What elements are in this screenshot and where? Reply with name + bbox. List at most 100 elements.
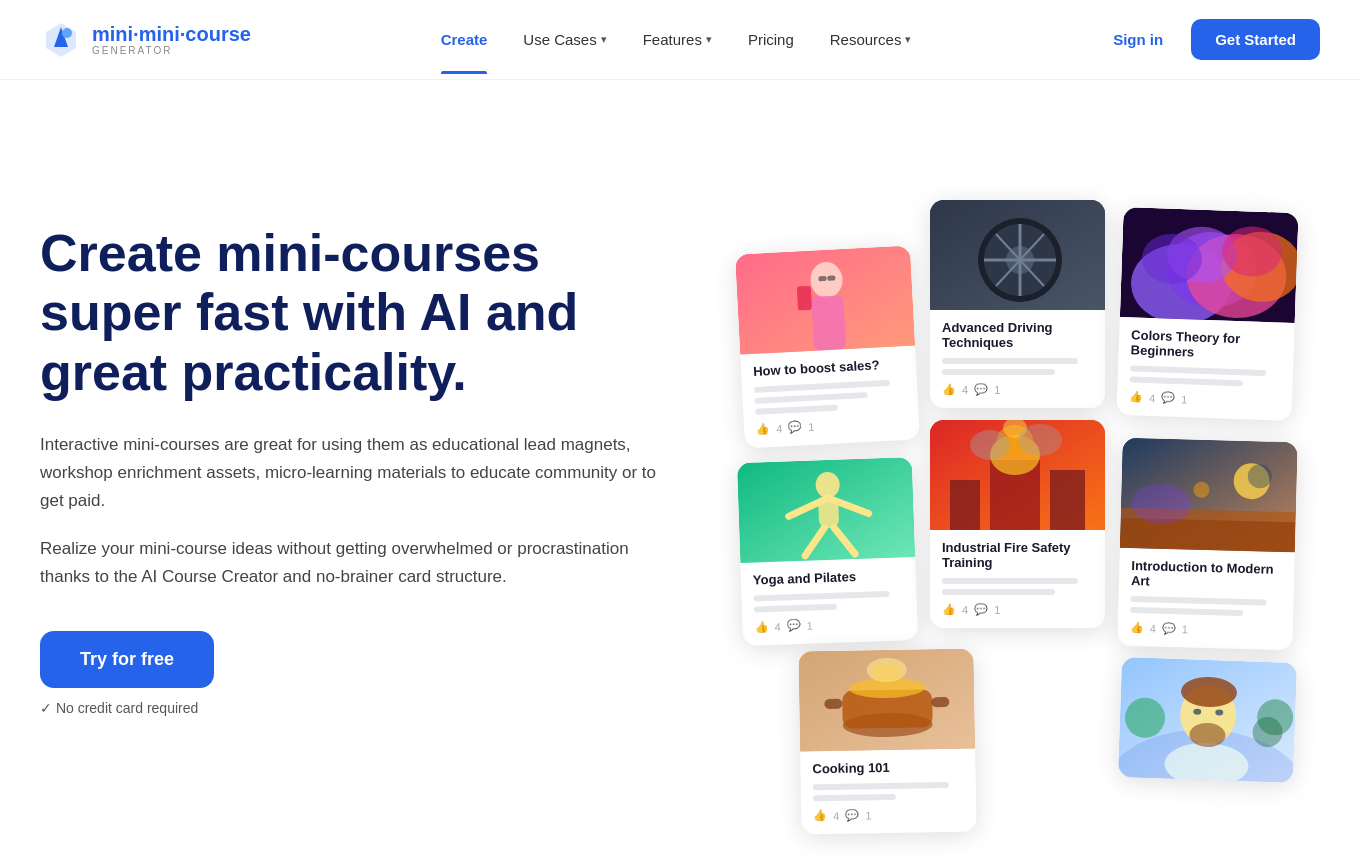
course-card-sales: How to boost sales? 👍 4 💬 1 [735, 246, 920, 449]
card-line [755, 392, 868, 404]
card-lines-colors [1130, 365, 1282, 387]
no-credit-label: ✓ No credit card required [40, 700, 680, 716]
card-lines-yoga [753, 590, 905, 612]
comment-icon: 💬 [974, 603, 988, 616]
svg-point-38 [970, 430, 1010, 460]
hero-right: How to boost sales? 👍 4 💬 1 [740, 200, 1320, 740]
card-footer-colors: 👍 4 💬 1 [1129, 390, 1280, 408]
card-illustration-colors [1120, 207, 1299, 323]
logo-text: mini·mini·course GENERATOR [92, 23, 251, 56]
card-line [753, 591, 889, 602]
card-image-driving [930, 200, 1105, 310]
card-title-fire: Industrial Fire Safety Training [942, 540, 1093, 570]
like-icon: 👍 [756, 422, 771, 436]
card-title-driving: Advanced Driving Techniques [942, 320, 1093, 350]
card-line [942, 369, 1055, 375]
card-lines-cooking [813, 782, 964, 802]
svg-rect-3 [811, 295, 846, 351]
hero-description-1: Interactive mini-courses are great for u… [40, 431, 680, 515]
nav-link-features[interactable]: Features ▾ [629, 23, 726, 56]
card-line [813, 782, 949, 790]
svg-rect-54 [874, 665, 900, 680]
chevron-down-icon: ▾ [706, 33, 712, 46]
card-line [754, 604, 837, 613]
card-illustration-cooking [798, 648, 975, 751]
card-body-driving: Advanced Driving Techniques 👍 4 💬 1 [930, 310, 1105, 408]
card-image-cooking [798, 648, 975, 751]
logo[interactable]: mini·mini·course GENERATOR [40, 19, 251, 61]
try-free-button[interactable]: Try for free [40, 631, 214, 688]
chevron-down-icon: ▾ [905, 33, 911, 46]
card-footer-driving: 👍 4 💬 1 [942, 383, 1093, 396]
like-icon: 👍 [754, 620, 768, 633]
hero-title: Create mini-courses super fast with AI a… [40, 224, 680, 403]
svg-rect-28 [818, 498, 839, 529]
card-body-yoga: Yoga and Pilates 👍 4 💬 1 [740, 557, 918, 646]
card-illustration-portrait [1118, 657, 1297, 783]
card-image-art [1120, 438, 1298, 553]
card-image-sales [735, 246, 915, 355]
card-lines-art [1130, 596, 1281, 617]
card-image-yoga [737, 457, 915, 563]
signin-button[interactable]: Sign in [1101, 23, 1175, 56]
card-title-art: Introduction to Modern Art [1131, 558, 1283, 592]
nav-actions: Sign in Get Started [1101, 19, 1320, 60]
card-title-colors: Colors Theory for Beginners [1130, 327, 1282, 362]
course-card-cooking: Cooking 101 👍 4 💬 1 [798, 648, 976, 834]
course-card-yoga: Yoga and Pilates 👍 4 💬 1 [737, 457, 918, 646]
comment-icon: 💬 [845, 809, 859, 822]
svg-rect-50 [824, 699, 842, 709]
card-body-art: Introduction to Modern Art 👍 4 💬 1 [1117, 548, 1295, 651]
card-count: 4 [962, 384, 968, 396]
logo-brand: mini·mini·course [92, 23, 251, 45]
card-illustration-driving [930, 200, 1105, 310]
card-illustration-fire [930, 420, 1105, 530]
card-body-colors: Colors Theory for Beginners 👍 4 💬 1 [1116, 317, 1294, 421]
card-title-sales: How to boost sales? [753, 356, 905, 379]
card-illustration-sales [735, 246, 915, 355]
comment-icon: 💬 [786, 619, 800, 632]
like-icon: 👍 [1130, 621, 1144, 634]
card-line [942, 589, 1055, 595]
logo-brand-highlight: mini· [92, 23, 139, 45]
nav-link-use-cases[interactable]: Use Cases ▾ [509, 23, 620, 56]
card-count: 1 [808, 420, 815, 432]
card-image-fire [930, 420, 1105, 530]
get-started-button[interactable]: Get Started [1191, 19, 1320, 60]
card-lines-driving [942, 358, 1093, 375]
navbar: mini·mini·course GENERATOR Create Use Ca… [0, 0, 1360, 80]
svg-rect-34 [1050, 470, 1085, 530]
card-count: 4 [962, 604, 968, 616]
card-lines-sales [754, 379, 906, 415]
card-count: 1 [994, 384, 1000, 396]
hero-description-2: Realize your mini-course ideas without g… [40, 535, 680, 591]
svg-rect-4 [797, 286, 812, 311]
nav-link-create[interactable]: Create [427, 23, 502, 56]
logo-sub: GENERATOR [92, 45, 251, 56]
card-body-sales: How to boost sales? 👍 4 💬 1 [740, 345, 920, 448]
card-line [1130, 376, 1243, 386]
card-count: 4 [833, 809, 839, 821]
nav-link-pricing[interactable]: Pricing [734, 23, 808, 56]
card-count: 1 [865, 809, 871, 821]
nav-link-resources[interactable]: Resources ▾ [816, 23, 926, 56]
card-footer-cooking: 👍 4 💬 1 [813, 807, 964, 823]
card-body-cooking: Cooking 101 👍 4 💬 1 [800, 748, 976, 834]
card-count: 1 [1181, 393, 1188, 405]
card-line [942, 358, 1078, 364]
course-card-colors: Colors Theory for Beginners 👍 4 💬 1 [1116, 207, 1298, 421]
course-card-driving: Advanced Driving Techniques 👍 4 💬 1 [930, 200, 1105, 408]
svg-rect-42 [1120, 518, 1296, 553]
chevron-down-icon: ▾ [601, 33, 607, 46]
card-illustration-yoga [737, 457, 915, 563]
card-line [813, 794, 896, 801]
like-icon: 👍 [1129, 390, 1143, 403]
card-line [1130, 596, 1266, 606]
svg-rect-6 [827, 275, 835, 280]
card-count: 1 [806, 619, 813, 631]
card-count: 4 [1149, 392, 1156, 404]
card-lines-fire [942, 578, 1093, 595]
logo-icon [40, 19, 82, 61]
comment-icon: 💬 [1162, 622, 1176, 635]
like-icon: 👍 [813, 809, 827, 822]
